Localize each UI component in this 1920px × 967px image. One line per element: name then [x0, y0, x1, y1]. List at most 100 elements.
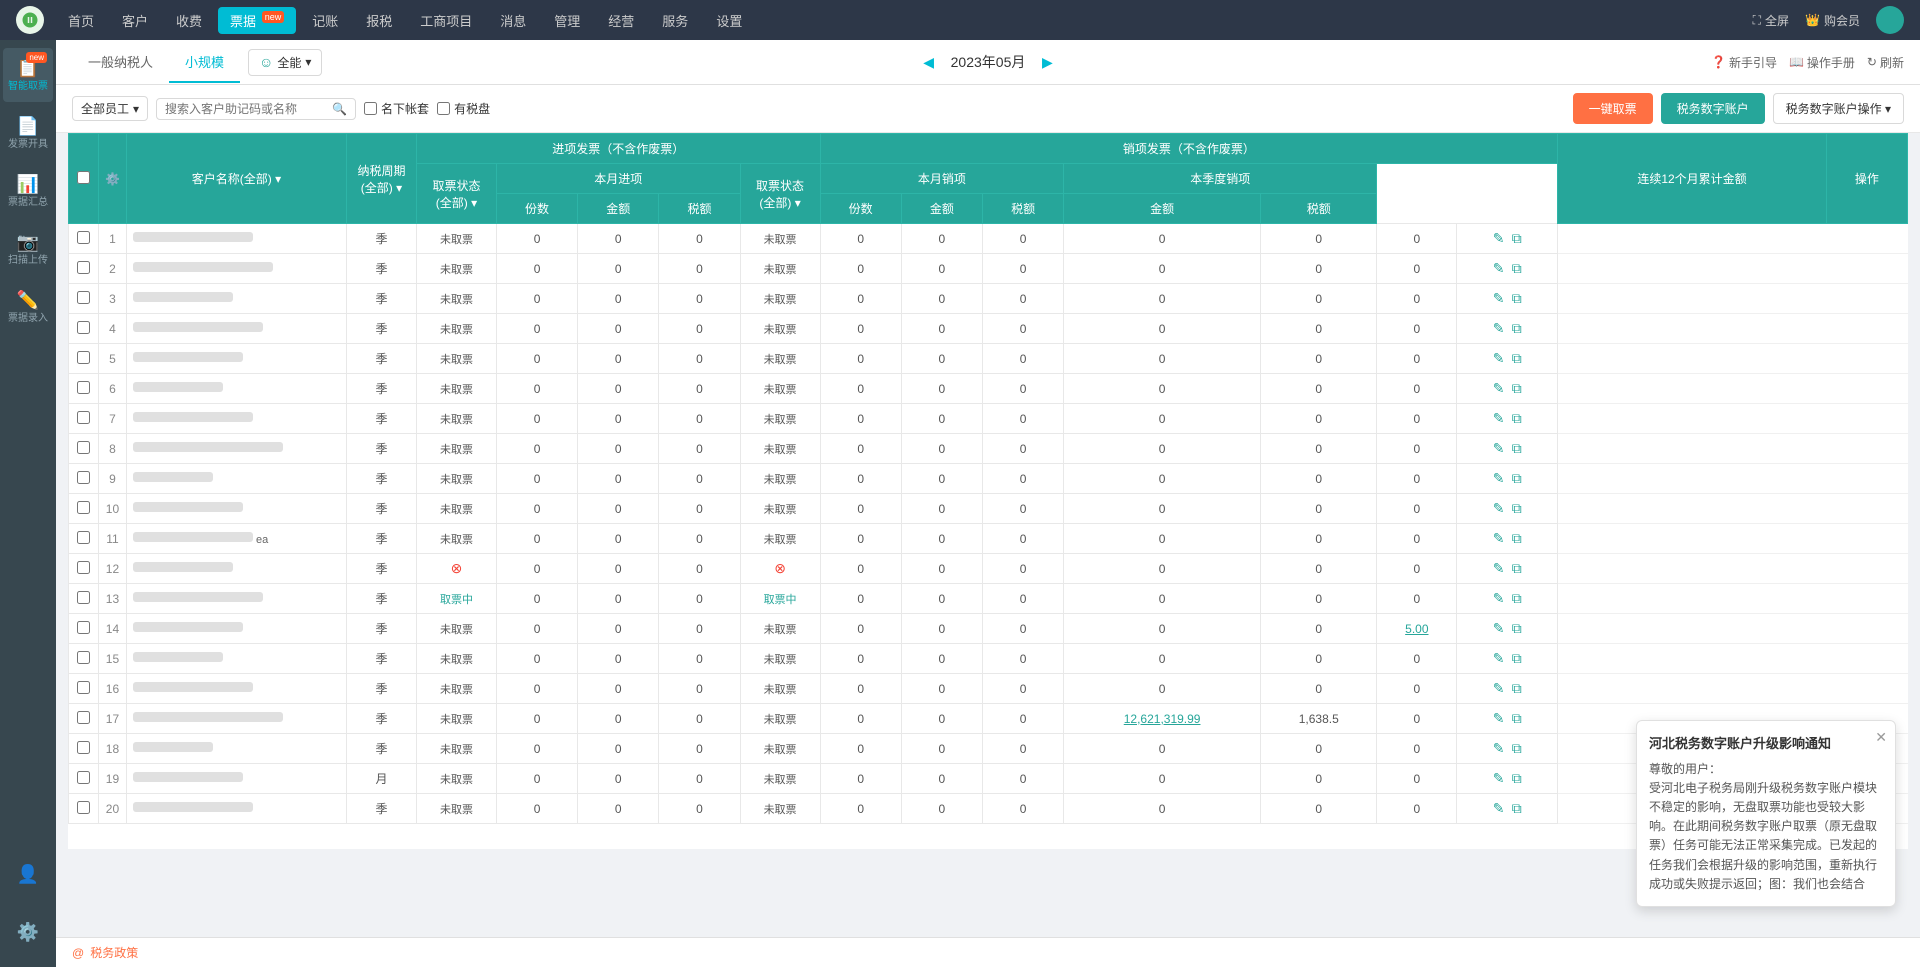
edit-icon[interactable]: ✎: [1493, 650, 1505, 666]
edit-icon[interactable]: ✎: [1493, 620, 1505, 636]
edit-icon[interactable]: ✎: [1493, 800, 1505, 816]
edit-icon[interactable]: ✎: [1493, 560, 1505, 576]
edit-icon[interactable]: ✎: [1493, 320, 1505, 336]
copy-icon[interactable]: ⧉: [1512, 770, 1522, 786]
filter-has-taxdisk[interactable]: 有税盘: [437, 100, 490, 117]
staff-filter[interactable]: 全部员工 ▾: [72, 96, 148, 121]
filter-icon[interactable]: ▾: [275, 172, 281, 186]
copy-icon[interactable]: ⧉: [1512, 530, 1522, 546]
row-checkbox[interactable]: [77, 471, 90, 484]
edit-icon[interactable]: ✎: [1493, 290, 1505, 306]
search-input[interactable]: [165, 102, 332, 116]
row-checkbox[interactable]: [77, 231, 90, 244]
nav-client[interactable]: 客户: [110, 7, 160, 34]
copy-icon[interactable]: ⧉: [1512, 320, 1522, 336]
copy-icon[interactable]: ⧉: [1512, 680, 1522, 696]
sidebar-item-entry[interactable]: ✏️ 票据录入: [3, 280, 53, 334]
popup-close-btn[interactable]: ✕: [1875, 729, 1887, 746]
edit-icon[interactable]: ✎: [1493, 230, 1505, 246]
row-checkbox[interactable]: [77, 621, 90, 634]
row-checkbox[interactable]: [77, 261, 90, 274]
refresh-btn[interactable]: ↻ 刷新: [1867, 54, 1904, 71]
row-checkbox[interactable]: [77, 411, 90, 424]
copy-icon[interactable]: ⧉: [1512, 470, 1522, 486]
copy-icon[interactable]: ⧉: [1512, 620, 1522, 636]
copy-icon[interactable]: ⧉: [1512, 290, 1522, 306]
row-checkbox[interactable]: [77, 531, 90, 544]
sidebar-settings[interactable]: ⚙️: [3, 905, 53, 959]
edit-icon[interactable]: ✎: [1493, 770, 1505, 786]
filter-named-accounts[interactable]: 名下帐套: [364, 100, 429, 117]
in-status-filter[interactable]: ▾: [471, 196, 477, 210]
edit-icon[interactable]: ✎: [1493, 740, 1505, 756]
copy-icon[interactable]: ⧉: [1512, 260, 1522, 276]
tab-general[interactable]: 一般纳税人: [72, 42, 169, 83]
row-checkbox[interactable]: [77, 651, 90, 664]
scope-selector[interactable]: ☺ 全能 ▾: [248, 49, 322, 76]
nav-home[interactable]: 首页: [56, 7, 106, 34]
period-filter-icon[interactable]: ▾: [396, 181, 402, 195]
nav-manage[interactable]: 管理: [542, 7, 592, 34]
row-checkbox[interactable]: [77, 711, 90, 724]
nav-fee[interactable]: 收费: [164, 7, 214, 34]
sidebar-item-smart-invoice[interactable]: 📋 智能取票 new: [3, 48, 53, 102]
has-taxdisk-checkbox[interactable]: [437, 102, 450, 115]
member-btn[interactable]: 👑 购会员: [1805, 12, 1860, 29]
copy-icon[interactable]: ⧉: [1512, 410, 1522, 426]
select-all-checkbox[interactable]: [77, 171, 90, 184]
row-checkbox[interactable]: [77, 501, 90, 514]
copy-icon[interactable]: ⧉: [1512, 500, 1522, 516]
edit-icon[interactable]: ✎: [1493, 470, 1505, 486]
copy-icon[interactable]: ⧉: [1512, 350, 1522, 366]
avatar[interactable]: [1876, 6, 1904, 34]
nav-bookkeeping[interactable]: 记账: [300, 7, 350, 34]
row-checkbox[interactable]: [77, 681, 90, 694]
copy-icon[interactable]: ⧉: [1512, 380, 1522, 396]
copy-icon[interactable]: ⧉: [1512, 740, 1522, 756]
new-guide-btn[interactable]: ❓ 新手引导: [1711, 54, 1777, 71]
row-checkbox[interactable]: [77, 741, 90, 754]
fullscreen-btn[interactable]: ⛶ 全屏: [1753, 12, 1789, 29]
edit-icon[interactable]: ✎: [1493, 380, 1505, 396]
row-checkbox[interactable]: [77, 381, 90, 394]
nav-settings[interactable]: 设置: [704, 7, 754, 34]
sidebar-item-issue-invoice[interactable]: 📄 发票开具: [3, 106, 53, 160]
manual-btn[interactable]: 📖 操作手册: [1789, 54, 1855, 71]
row-checkbox[interactable]: [77, 351, 90, 364]
nav-invoice[interactable]: 票据 new: [218, 7, 296, 34]
edit-icon[interactable]: ✎: [1493, 260, 1505, 276]
edit-icon[interactable]: ✎: [1493, 680, 1505, 696]
date-next-btn[interactable]: ▶: [1037, 54, 1057, 71]
digital-op-btn[interactable]: 税务数字账户操作 ▾: [1773, 93, 1904, 124]
row-checkbox[interactable]: [77, 441, 90, 454]
edit-icon[interactable]: ✎: [1493, 410, 1505, 426]
date-prev-btn[interactable]: ◀: [919, 54, 939, 71]
sidebar-item-summary[interactable]: 📊 票据汇总: [3, 164, 53, 218]
edit-icon[interactable]: ✎: [1493, 500, 1505, 516]
copy-icon[interactable]: ⧉: [1512, 650, 1522, 666]
row-checkbox[interactable]: [77, 561, 90, 574]
nav-service[interactable]: 服务: [650, 7, 700, 34]
tax-policy-label[interactable]: 税务政策: [90, 944, 138, 961]
edit-icon[interactable]: ✎: [1493, 440, 1505, 456]
nav-tax[interactable]: 报税: [354, 7, 404, 34]
edit-icon[interactable]: ✎: [1493, 590, 1505, 606]
copy-icon[interactable]: ⧉: [1512, 560, 1522, 576]
copy-icon[interactable]: ⧉: [1512, 800, 1522, 816]
one-key-btn[interactable]: 一键取票: [1573, 93, 1653, 124]
copy-icon[interactable]: ⧉: [1512, 710, 1522, 726]
digital-account-btn[interactable]: 税务数字账户: [1661, 93, 1765, 124]
sidebar-user[interactable]: 👤: [3, 847, 53, 901]
ref-amount-link[interactable]: 12,621,319.99: [1124, 712, 1201, 726]
named-accounts-checkbox[interactable]: [364, 102, 377, 115]
trailing-link[interactable]: 5.00: [1405, 622, 1428, 636]
out-status-filter[interactable]: ▾: [795, 196, 801, 210]
edit-icon[interactable]: ✎: [1493, 530, 1505, 546]
edit-icon[interactable]: ✎: [1493, 350, 1505, 366]
row-checkbox[interactable]: [77, 321, 90, 334]
copy-icon[interactable]: ⧉: [1512, 440, 1522, 456]
edit-icon[interactable]: ✎: [1493, 710, 1505, 726]
copy-icon[interactable]: ⧉: [1512, 590, 1522, 606]
row-checkbox[interactable]: [77, 801, 90, 814]
row-checkbox[interactable]: [77, 591, 90, 604]
